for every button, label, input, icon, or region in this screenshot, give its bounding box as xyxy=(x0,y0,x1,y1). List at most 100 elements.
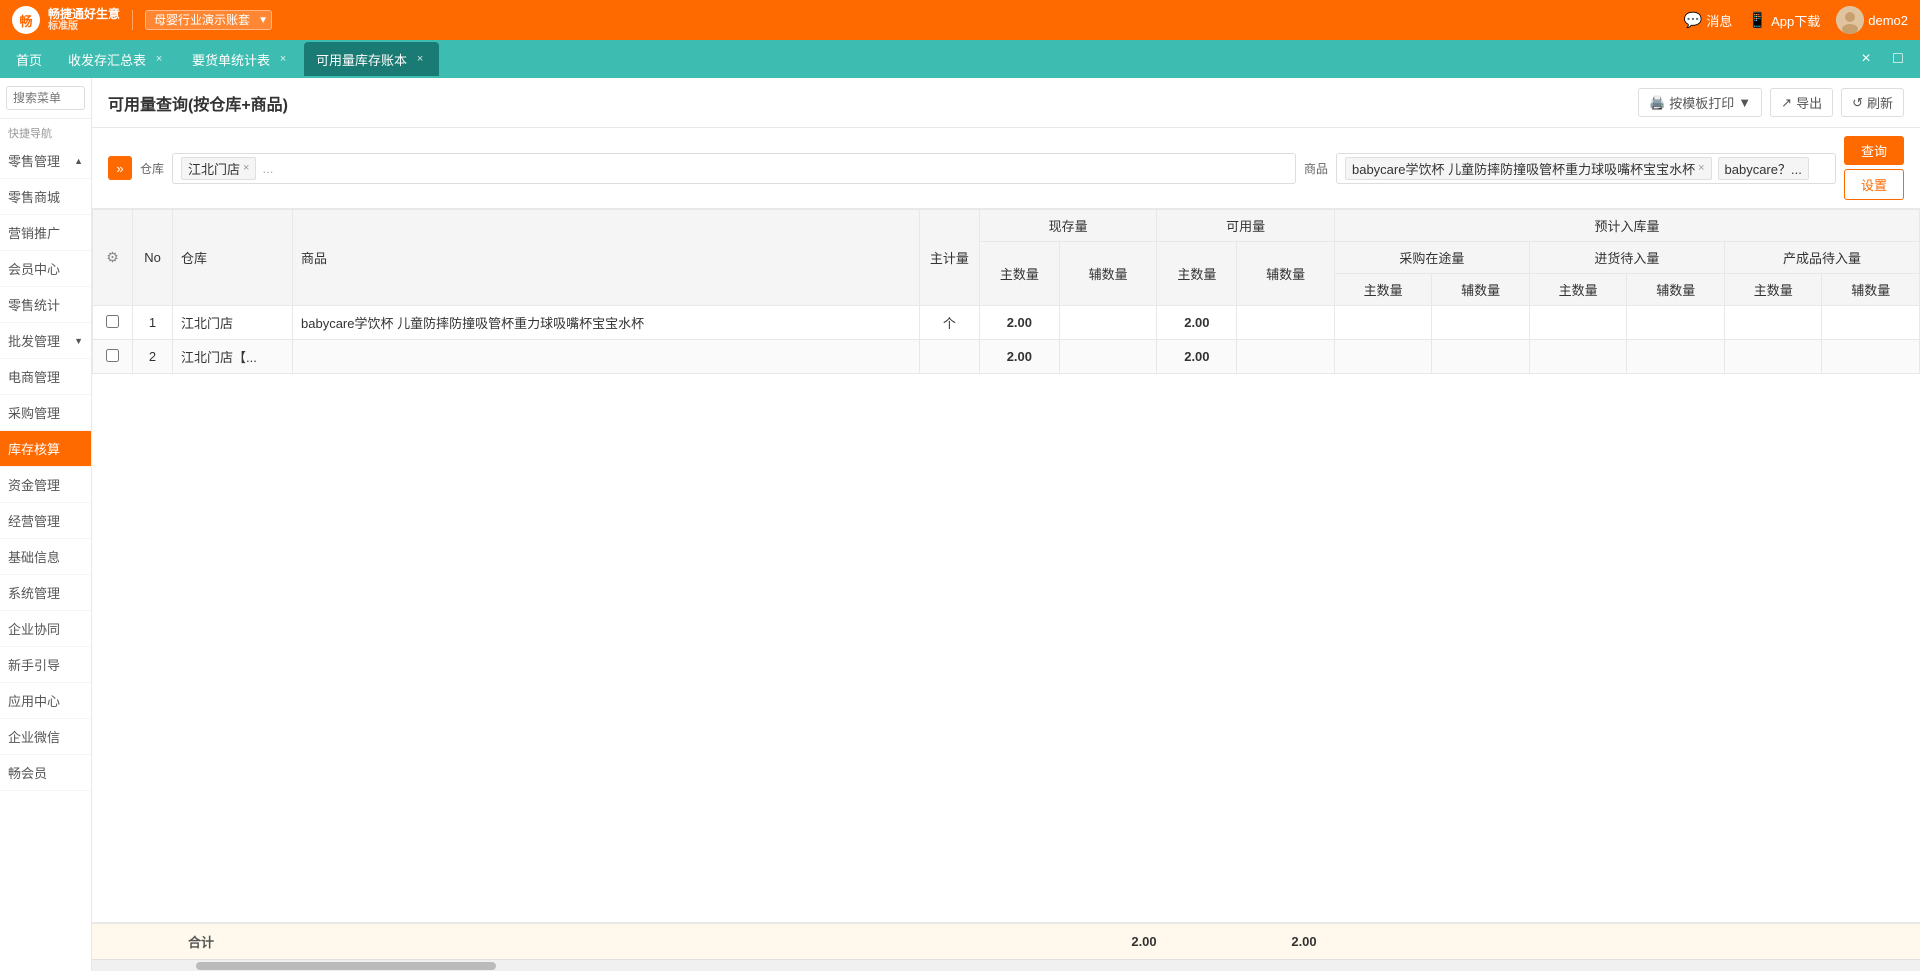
store-selector[interactable]: 母婴行业演示账套 xyxy=(145,10,272,30)
page-header: 可用量查询(按仓库+商品) 🖨️ 按模板打印 ▼ ↗ 导出 ↺ 刷新 xyxy=(92,78,1920,128)
col-purchase-aux-header: 辅数量 xyxy=(1432,274,1530,306)
tab-inventory-label: 可用量库存账本 xyxy=(316,50,407,69)
warehouse-more-dots: ... xyxy=(262,161,273,176)
export-icon: ↗ xyxy=(1781,95,1792,111)
col-current-stock-header: 现存量 xyxy=(979,210,1157,242)
row-unit: 个 xyxy=(919,306,979,340)
sidebar-search-input[interactable] xyxy=(6,86,85,110)
row-incoming-aux xyxy=(1627,306,1725,340)
row-product: babycare学饮杯 儿童防摔防撞吸管杯重力球吸嘴杯宝宝水杯 xyxy=(293,306,920,340)
sidebar-item-finance[interactable]: 资金管理 xyxy=(0,467,91,503)
query-btn[interactable]: 查询 xyxy=(1844,136,1904,165)
horizontal-scrollbar[interactable] xyxy=(92,959,1920,971)
filter-expand-btn[interactable]: » xyxy=(108,156,132,180)
product-filter-area[interactable]: babycare学饮杯 儿童防摔防撞吸管杯重力球吸嘴杯宝宝水杯 × babyca… xyxy=(1336,153,1836,184)
template-print-btn[interactable]: 🖨️ 按模板打印 ▼ xyxy=(1638,88,1762,117)
sidebar-item-operations[interactable]: 经营管理 xyxy=(0,503,91,539)
row-current-main: 2.00 xyxy=(979,306,1059,340)
warehouse-filter-area[interactable]: 江北门店 × ... xyxy=(172,153,1296,184)
sidebar-item-purchase[interactable]: 采购管理 xyxy=(0,395,91,431)
warehouse-tag-jiangbei: 江北门店 × xyxy=(181,157,256,180)
row-no: 2 xyxy=(133,340,173,374)
row-checkbox[interactable] xyxy=(93,340,133,374)
col-production-header: 产成品待入量 xyxy=(1724,242,1919,274)
sidebar-item-wechat[interactable]: 企业微信 xyxy=(0,719,91,755)
col-production-aux-header: 辅数量 xyxy=(1822,274,1920,306)
col-current-aux-header: 辅数量 xyxy=(1059,242,1157,306)
data-table: ⚙ No 仓库 商品 主计量 现存量 可用量 预计入库量 主数量 辅数量 主数量 xyxy=(92,209,1920,374)
col-production-main-header: 主数量 xyxy=(1724,274,1822,306)
sidebar-item-marketing[interactable]: 营销推广 xyxy=(0,215,91,251)
tab-receipts-close[interactable]: × xyxy=(152,52,166,66)
sidebar-item-enterprise[interactable]: 企业协同 xyxy=(0,611,91,647)
sidebar-item-guide[interactable]: 新手引导 xyxy=(0,647,91,683)
sidebar-item-retail-mall[interactable]: 零售商城 xyxy=(0,179,91,215)
sidebar-item-inventory-check[interactable]: 库存核算 xyxy=(0,431,91,467)
brand-name: 畅捷通好生意 xyxy=(48,7,120,21)
messages-btn[interactable]: 💬 消息 xyxy=(1684,11,1733,30)
col-incoming-main-header: 主数量 xyxy=(1529,274,1627,306)
brand-sub: 标准版 xyxy=(48,21,120,33)
tab-receipts[interactable]: 收发存汇总表 × xyxy=(56,42,178,76)
row-available-main: 2.00 xyxy=(1157,306,1237,340)
tab-receipts-label: 收发存汇总表 xyxy=(68,50,146,69)
main-layout: 快捷导航 零售管理 零售商城 营销推广 会员中心 零售统计 批发管理 电商管理 … xyxy=(0,78,1920,971)
sidebar-item-ecommerce[interactable]: 电商管理 xyxy=(0,359,91,395)
row-purchase-main xyxy=(1334,306,1432,340)
sidebar-item-system[interactable]: 系统管理 xyxy=(0,575,91,611)
row-incoming-main xyxy=(1529,340,1627,374)
username-label: demo2 xyxy=(1868,13,1908,28)
tab-orders-close[interactable]: × xyxy=(276,52,290,66)
row-production-main xyxy=(1724,340,1822,374)
message-icon: 💬 xyxy=(1684,11,1703,29)
tab-inventory[interactable]: 可用量库存账本 × xyxy=(304,42,439,76)
tab-inventory-close[interactable]: × xyxy=(413,52,427,66)
scroll-thumb[interactable] xyxy=(196,962,496,970)
warehouse-tag-close[interactable]: × xyxy=(243,162,249,174)
tab-home[interactable]: 首页 xyxy=(4,42,54,76)
product-tag-1-close[interactable]: × xyxy=(1698,162,1704,174)
sidebar-item-basics[interactable]: 基础信息 xyxy=(0,539,91,575)
sidebar-item-wholesale[interactable]: 批发管理 xyxy=(0,323,91,359)
row-production-aux xyxy=(1822,306,1920,340)
avatar xyxy=(1836,6,1864,34)
sidebar-item-members[interactable]: 会员中心 xyxy=(0,251,91,287)
col-available-header: 可用量 xyxy=(1157,210,1335,242)
gear-icon[interactable]: ⚙ xyxy=(106,249,119,265)
sidebar-item-app-center[interactable]: 应用中心 xyxy=(0,683,91,719)
col-incoming-header: 进货待入量 xyxy=(1529,242,1724,274)
export-btn[interactable]: ↗ 导出 xyxy=(1770,88,1833,117)
row-checkbox[interactable] xyxy=(93,306,133,340)
user-area[interactable]: demo2 xyxy=(1836,6,1908,34)
tab-orders[interactable]: 要货单统计表 × xyxy=(180,42,302,76)
row-no: 1 xyxy=(133,306,173,340)
row-current-aux xyxy=(1059,340,1157,374)
sidebar: 快捷导航 零售管理 零售商城 营销推广 会员中心 零售统计 批发管理 电商管理 … xyxy=(0,78,92,971)
page-title: 可用量查询(按仓库+商品) xyxy=(108,91,288,115)
sidebar-item-vip[interactable]: 畅会员 xyxy=(0,755,91,791)
window-maximize-btn[interactable]: □ xyxy=(1884,45,1912,73)
col-incoming-aux-header: 辅数量 xyxy=(1627,274,1725,306)
row-product xyxy=(293,340,920,374)
table-footer: 合计 2.00 2.00 xyxy=(92,922,1920,959)
table-row: 2 江北门店【... 2.00 2.00 xyxy=(93,340,1920,374)
col-warehouse-header: 仓库 xyxy=(173,210,293,306)
refresh-btn[interactable]: ↺ 刷新 xyxy=(1841,88,1904,117)
col-unit-header: 主计量 xyxy=(919,210,979,306)
row-available-main: 2.00 xyxy=(1157,340,1237,374)
col-available-aux-header: 辅数量 xyxy=(1237,242,1335,306)
row-incoming-aux xyxy=(1627,340,1725,374)
page-header-actions: 🖨️ 按模板打印 ▼ ↗ 导出 ↺ 刷新 xyxy=(1638,88,1904,117)
col-product-header: 商品 xyxy=(293,210,920,306)
sidebar-item-retail-stats[interactable]: 零售统计 xyxy=(0,287,91,323)
col-current-main-header: 主数量 xyxy=(979,242,1059,306)
table-row: 1 江北门店 babycare学饮杯 儿童防摔防撞吸管杯重力球吸嘴杯宝宝水杯 个… xyxy=(93,306,1920,340)
app-download-btn[interactable]: 📱 App下载 xyxy=(1748,11,1820,30)
filter-settings-btn[interactable]: 设置 xyxy=(1844,169,1904,200)
sidebar-item-retail-mgmt[interactable]: 零售管理 xyxy=(0,143,91,179)
brand-area: 畅 畅捷通好生意 标准版 母婴行业演示账套 ▼ xyxy=(12,6,272,34)
tab-home-label: 首页 xyxy=(16,50,42,69)
tab-bar: 首页 收发存汇总表 × 要货单统计表 × 可用量库存账本 × × □ xyxy=(0,40,1920,78)
window-close-btn[interactable]: × xyxy=(1852,45,1880,73)
row-purchase-aux xyxy=(1432,340,1530,374)
